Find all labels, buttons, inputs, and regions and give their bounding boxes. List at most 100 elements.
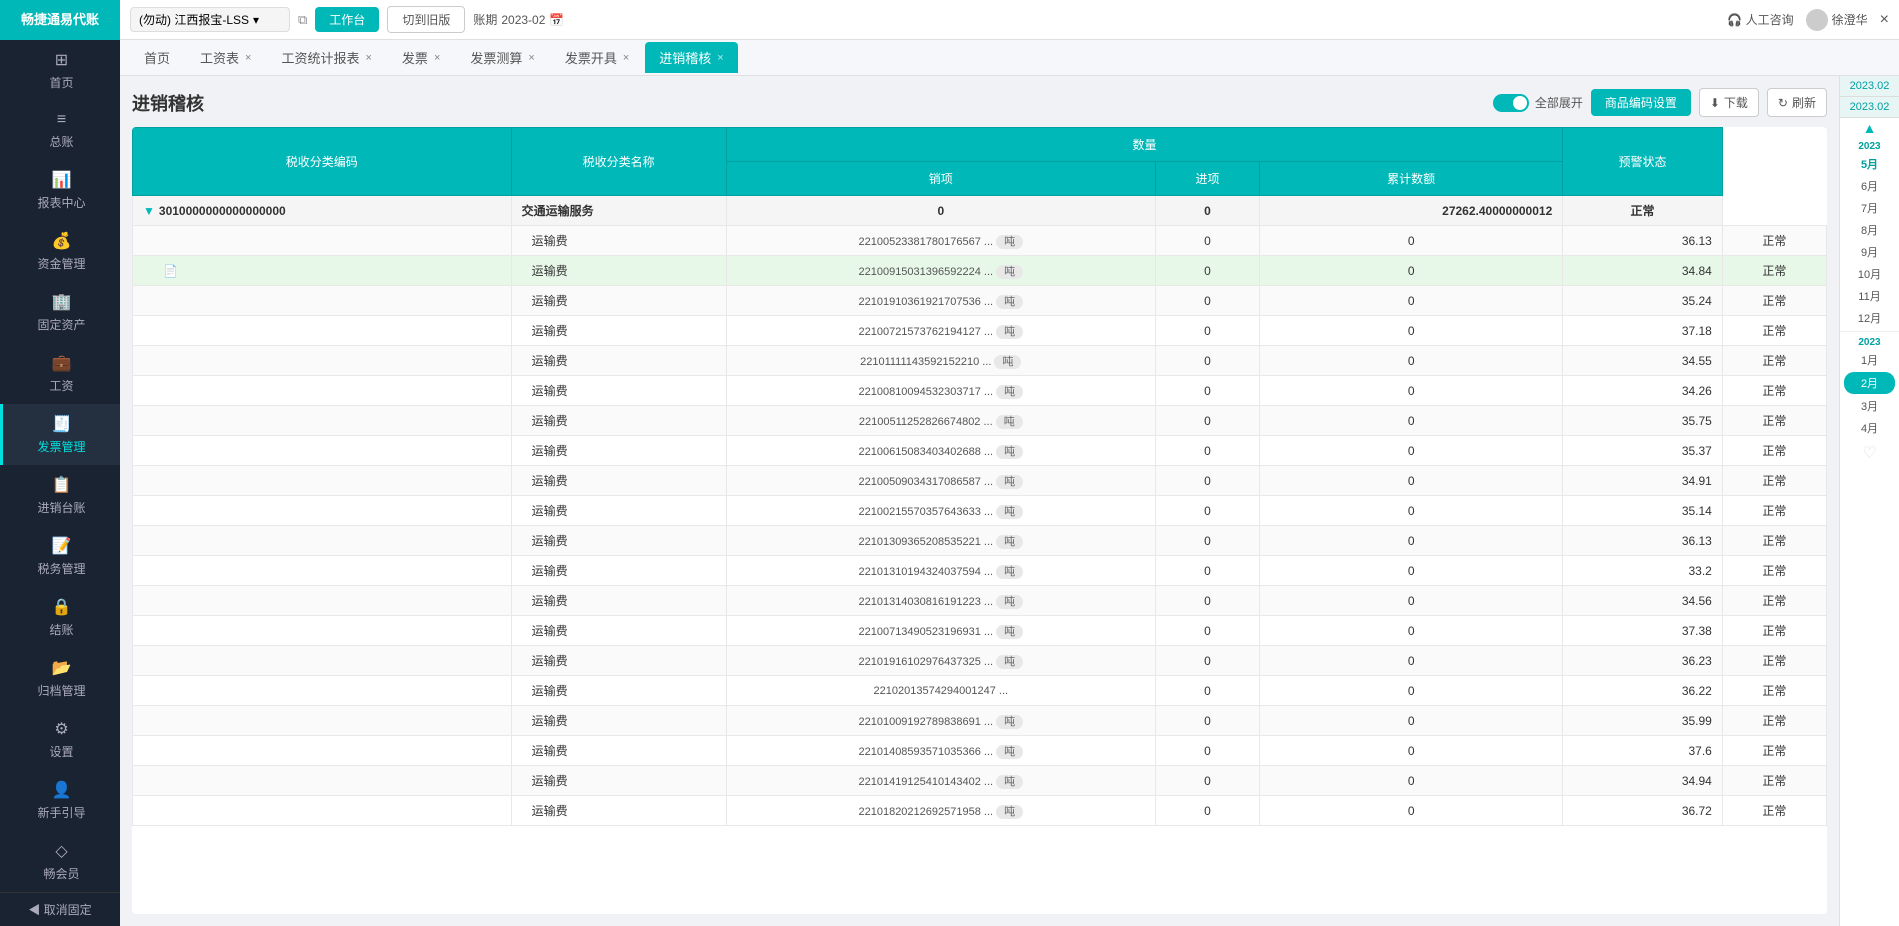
sidebar-item-assets[interactable]: 🏢 固定资产: [0, 282, 120, 343]
sidebar-item-newbie[interactable]: 👤 新手引导: [0, 770, 120, 831]
table-row: 运输费 22101314030816191223 ... 吨 0 0 34.56…: [133, 586, 1827, 616]
sidebar-item-ledger[interactable]: ≡ 总账: [0, 101, 120, 160]
sidebar-item-settings[interactable]: ⚙ 设置: [0, 709, 120, 770]
refresh-button[interactable]: ↻ 刷新: [1767, 88, 1827, 117]
cell-purchase: 0: [1260, 526, 1563, 556]
sidebar-item-label: 结账: [49, 621, 73, 638]
org-selector[interactable]: (勿动) 江西报宝-LSS ▾: [130, 7, 290, 32]
cell-invoice-no: 22100721573762194127 ... 吨: [726, 316, 1155, 346]
tab-invoice-open[interactable]: 发票开具 ×: [551, 42, 643, 73]
sidebar-item-label: 税务管理: [37, 560, 85, 577]
cal-month-5[interactable]: 5月: [1840, 153, 1899, 175]
sidebar-item-sales-ledger[interactable]: 📋 进销台账: [0, 465, 120, 526]
cell-invoice-no: 22101309365208535221 ... 吨: [726, 526, 1155, 556]
cell-purchase: 0: [1260, 586, 1563, 616]
cell-invoice-no: 22102013574294001247 ...: [726, 676, 1155, 706]
expand-toggle[interactable]: [1493, 94, 1529, 112]
scroll-up-button[interactable]: ▲: [1840, 118, 1899, 138]
org-label: (勿动) 江西报宝-LSS: [139, 11, 249, 28]
sidebar-item-invoice-mgmt[interactable]: 🧾 发票管理: [0, 404, 120, 465]
tab-invoice-calc[interactable]: 发票测算 ×: [456, 42, 548, 73]
cell-tax-code: [133, 736, 512, 766]
tab-close-icon[interactable]: ×: [528, 52, 534, 64]
cell-tax-code: [133, 226, 512, 256]
settings-button[interactable]: 商品编码设置: [1591, 89, 1691, 116]
tab-label: 发票: [402, 48, 428, 67]
cal-month-3[interactable]: 3月: [1840, 395, 1899, 417]
cal-month-11[interactable]: 11月: [1840, 285, 1899, 307]
close-button[interactable]: ×: [1880, 11, 1889, 29]
cal-month-9[interactable]: 9月: [1840, 241, 1899, 263]
tab-close-icon[interactable]: ×: [623, 52, 629, 64]
support-link[interactable]: 🎧 人工咨询: [1727, 11, 1793, 28]
download-button[interactable]: ⬇ 下载: [1699, 88, 1759, 117]
data-table: 税收分类编码 税收分类名称 数量 预警状态 销项 进项 累计数额: [132, 127, 1827, 826]
sidebar-item-salary[interactable]: 💼 工资: [0, 343, 120, 404]
cell-item-name: 运输费: [511, 406, 726, 436]
table-row: 运输费 22100523381780176567 ... 吨 0 0 36.13…: [133, 226, 1827, 256]
sidebar-item-close-period[interactable]: 🔒 结账: [0, 587, 120, 648]
cell-cumulative: 36.13: [1563, 226, 1723, 256]
tab-close-icon[interactable]: ×: [245, 52, 251, 64]
period-label: 账期: [473, 11, 497, 28]
tab-close-icon[interactable]: ×: [434, 52, 440, 64]
tab-invoice[interactable]: 发票 ×: [388, 42, 454, 73]
toggle-text: 全部展开: [1535, 94, 1583, 111]
cell-status: 正常: [1722, 676, 1826, 706]
sidebar-item-home[interactable]: ⊞ 首页: [0, 40, 120, 101]
cell-invoice-no: 22101820212692571958 ... 吨: [726, 796, 1155, 826]
sidebar-item-label: 进销台账: [37, 499, 85, 516]
switch-version-button[interactable]: 切到旧版: [387, 6, 465, 33]
cal-month-8[interactable]: 8月: [1840, 219, 1899, 241]
table-row: 运输费 22101910361921707536 ... 吨 0 0 35.24…: [133, 286, 1827, 316]
tab-label: 首页: [144, 48, 170, 67]
sidebar-item-label: 新手引导: [37, 804, 85, 821]
tab-home[interactable]: 首页: [130, 42, 184, 73]
cal-month-6[interactable]: 6月: [1840, 175, 1899, 197]
sidebar-item-reports[interactable]: 📊 报表中心: [0, 160, 120, 221]
cell-sales: 0: [1155, 526, 1259, 556]
cell-cumulative: 34.55: [1563, 346, 1723, 376]
cell-item-name: 运输费: [511, 646, 726, 676]
workstation-button[interactable]: 工作台: [315, 7, 379, 32]
tab-sales-check[interactable]: 进销稽核 ×: [645, 42, 737, 73]
tab-payroll-stats[interactable]: 工资统计报表 ×: [267, 42, 385, 73]
cell-cumulative: 34.94: [1563, 766, 1723, 796]
cal-month-12[interactable]: 12月: [1840, 307, 1899, 329]
sidebar-item-label: 归档管理: [37, 682, 85, 699]
cell-item-name: 运输费: [511, 286, 726, 316]
cell-status: 正常: [1722, 286, 1826, 316]
cal-month-10[interactable]: 10月: [1840, 263, 1899, 285]
cal-month-1[interactable]: 1月: [1840, 349, 1899, 371]
sidebar-item-member[interactable]: ◇ 畅会员: [0, 831, 120, 892]
cell-invoice-no: 22101419125410143402 ... 吨: [726, 766, 1155, 796]
cell-status: 正常: [1722, 376, 1826, 406]
cal-month-4[interactable]: 4月: [1840, 417, 1899, 439]
period-display: 账期 2023-02 📅: [473, 11, 564, 28]
sidebar-item-funds[interactable]: 💰 资金管理: [0, 221, 120, 282]
tab-payroll[interactable]: 工资表 ×: [186, 42, 265, 73]
cal-month-2-active[interactable]: 2月: [1844, 372, 1895, 394]
cell-cumulative: 34.91: [1563, 466, 1723, 496]
cell-invoice-no: 22101916102976437325 ... 吨: [726, 646, 1155, 676]
cell-tax-code: [133, 646, 512, 676]
cell-sales: 0: [1155, 376, 1259, 406]
tab-close-icon[interactable]: ×: [717, 52, 723, 64]
cell-status: 正常: [1722, 316, 1826, 346]
download-icon: ⬇: [1710, 96, 1720, 110]
table-row: 运输费 22100509034317086587 ... 吨 0 0 34.91…: [133, 466, 1827, 496]
right-calendar-panel: 2023.02 2023.02 ▲ 2023 5月 6月 7月 8月 9月 10…: [1839, 76, 1899, 926]
cell-tax-code: [133, 706, 512, 736]
sidebar-item-archive[interactable]: 📂 归档管理: [0, 648, 120, 709]
unit-pill: 吨: [996, 445, 1023, 459]
cell-sales: 0: [726, 196, 1155, 226]
cal-month-7[interactable]: 7月: [1840, 197, 1899, 219]
tab-close-icon[interactable]: ×: [365, 52, 371, 64]
sidebar-item-tax-mgmt[interactable]: 📝 税务管理: [0, 526, 120, 587]
cell-invoice-no: 22100511252826674802 ... 吨: [726, 406, 1155, 436]
cell-sales: 0: [1155, 556, 1259, 586]
page-actions: 全部展开 商品编码设置 ⬇ 下载 ↻ 刷新: [1493, 88, 1827, 117]
unpin-button[interactable]: ◀ 取消固定: [0, 892, 120, 926]
cell-cumulative: 36.72: [1563, 796, 1723, 826]
cell-purchase: 0: [1260, 676, 1563, 706]
